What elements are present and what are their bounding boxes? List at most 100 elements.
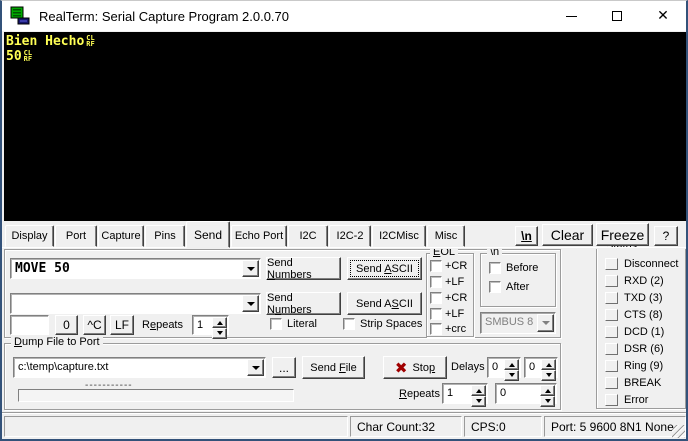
checkbox-box[interactable] <box>430 323 442 335</box>
checkbox-label: +LF <box>445 276 465 288</box>
send-input-1[interactable]: MOVE 50 <box>10 258 261 279</box>
spinner-buttons[interactable] <box>540 385 555 407</box>
eol-lf1-checkbox[interactable]: +LF <box>430 276 464 288</box>
send-input-1-value[interactable]: MOVE 50 <box>15 261 240 276</box>
checkbox-box[interactable] <box>430 276 442 288</box>
terminal-text: 50 <box>6 49 22 64</box>
checkbox-box[interactable] <box>430 308 442 320</box>
terminal-screen[interactable]: Bien Hecho CRLF 50 CRLF <box>4 32 686 221</box>
button-label: Send File <box>310 361 357 374</box>
tab-label: I2C <box>299 230 317 242</box>
freeze-button-label: Freeze <box>600 226 645 243</box>
stop-button[interactable]: ✖ Stop <box>383 356 447 379</box>
checkbox-box[interactable] <box>270 318 282 330</box>
led-indicator <box>605 258 618 270</box>
spinner-value: 0 <box>492 361 499 373</box>
chevron-down-icon[interactable] <box>242 295 259 312</box>
help-button-label: ? <box>662 229 670 243</box>
smbus-select: SMBUS 8 <box>480 312 556 334</box>
tab-i2cmisc[interactable]: I2CMisc <box>372 225 426 247</box>
freeze-button[interactable]: Freeze <box>596 223 649 246</box>
tab-i2c[interactable]: I2C <box>288 225 328 247</box>
status-bar: Char Count:32 CPS:0 Port: 5 9600 8N1 Non… <box>2 412 686 439</box>
tab-label: Send <box>193 227 223 242</box>
checkbox-box[interactable] <box>430 260 442 272</box>
button-label: 0 <box>63 318 70 332</box>
tab-display[interactable]: Display <box>5 225 54 247</box>
tab-capture[interactable]: Capture <box>98 225 144 247</box>
dump-file-group-title: Dump File to Port <box>11 336 103 348</box>
maximize-button[interactable] <box>594 1 640 31</box>
status-dsr: DSR (6) <box>605 343 664 355</box>
checkbox-box[interactable] <box>489 262 501 274</box>
terminal-line: Bien Hecho CRLF <box>6 34 686 49</box>
minimize-button[interactable] <box>548 1 594 31</box>
status-label: TXD (3) <box>624 292 663 304</box>
checkbox-box[interactable] <box>489 281 501 293</box>
tab-label: I2CMisc <box>379 230 419 242</box>
send-file-button[interactable]: Send File <box>302 356 365 379</box>
send-ctrl-c-button[interactable]: ^C <box>83 315 106 335</box>
eol-lf2-checkbox[interactable]: +LF <box>430 308 464 320</box>
browse-file-button[interactable]: ... <box>272 357 296 378</box>
status-label: Error <box>624 394 649 406</box>
send-ascii-button-2[interactable]: Send ASCII <box>347 292 422 315</box>
send-repeats-spinner[interactable]: 1 <box>192 315 229 339</box>
button-label: LF <box>114 318 129 332</box>
tab-i2c-2[interactable]: I2C-2 <box>329 225 371 247</box>
minimize-icon <box>565 15 577 17</box>
spinner-down-icon <box>540 396 555 407</box>
dump-repeats-spinner-2[interactable]: 0 <box>495 383 557 407</box>
status-label: DSR (6) <box>624 343 664 355</box>
chevron-down-icon[interactable] <box>242 260 259 277</box>
newline-after-checkbox[interactable]: After <box>489 281 529 293</box>
spinner-buttons[interactable] <box>471 385 486 407</box>
checkbox-label: +LF <box>445 308 465 320</box>
close-button[interactable]: ✕ <box>640 1 686 31</box>
send-numbers-button-2[interactable]: Send Numbers <box>266 292 341 316</box>
dump-file-path-input[interactable]: c:\temp\capture.txt <box>13 357 266 378</box>
spinner-buttons[interactable] <box>212 317 227 339</box>
literal-checkbox[interactable]: Literal <box>270 318 317 330</box>
button-label: ... <box>278 360 289 375</box>
tab-misc[interactable]: Misc <box>427 225 465 247</box>
app-icon <box>10 6 30 26</box>
spinner-buttons[interactable] <box>504 359 519 381</box>
help-button[interactable]: ? <box>654 226 678 246</box>
spinner-buttons[interactable] <box>541 359 556 381</box>
dump-repeats-spinner-1[interactable]: 1 <box>442 383 488 407</box>
send-numbers-button-1[interactable]: Send Numbers <box>266 257 341 281</box>
statusbar-cps: CPS:0 <box>464 416 542 437</box>
newline-before-checkbox[interactable]: Before <box>489 262 538 274</box>
delays-spinner-2[interactable]: 0 <box>524 357 558 381</box>
send-input-2[interactable] <box>10 293 261 314</box>
dump-file-path-value[interactable]: c:\temp\capture.txt <box>18 361 245 375</box>
checkbox-box[interactable] <box>430 292 442 304</box>
close-icon: ✕ <box>657 8 669 24</box>
send-lf-button[interactable]: LF <box>110 315 134 335</box>
led-indicator <box>605 343 618 355</box>
send-zero-button[interactable]: 0 <box>55 315 78 335</box>
checkbox-label: Strip Spaces <box>360 318 423 330</box>
chevron-down-icon[interactable] <box>247 359 264 376</box>
eol-cr2-checkbox[interactable]: +CR <box>430 292 467 304</box>
tab-echo-port[interactable]: Echo Port <box>231 225 287 247</box>
tab-send[interactable]: Send <box>186 221 230 248</box>
checkbox-label: +CR <box>445 292 468 304</box>
delays-spinner-1[interactable]: 0 <box>487 357 521 381</box>
eol-crc-checkbox[interactable]: +crc <box>430 323 466 335</box>
newline-button[interactable]: \n <box>515 226 538 246</box>
chevron-down-icon <box>537 314 554 332</box>
char-code-field[interactable] <box>10 315 49 335</box>
resize-grip[interactable] <box>672 425 685 438</box>
tab-pins[interactable]: Pins <box>145 225 185 247</box>
send-ascii-button-1[interactable]: Send ASCII <box>347 257 422 280</box>
status-rxd: RXD (2) <box>605 275 664 287</box>
eol-cr1-checkbox[interactable]: +CR <box>430 260 467 272</box>
strip-spaces-checkbox[interactable]: Strip Spaces <box>343 318 422 330</box>
clear-button[interactable]: Clear <box>542 224 593 246</box>
send-input-2-value[interactable] <box>15 296 240 311</box>
tab-port[interactable]: Port <box>55 225 97 247</box>
checkbox-box[interactable] <box>343 318 355 330</box>
tab-strip-line <box>2 247 686 249</box>
